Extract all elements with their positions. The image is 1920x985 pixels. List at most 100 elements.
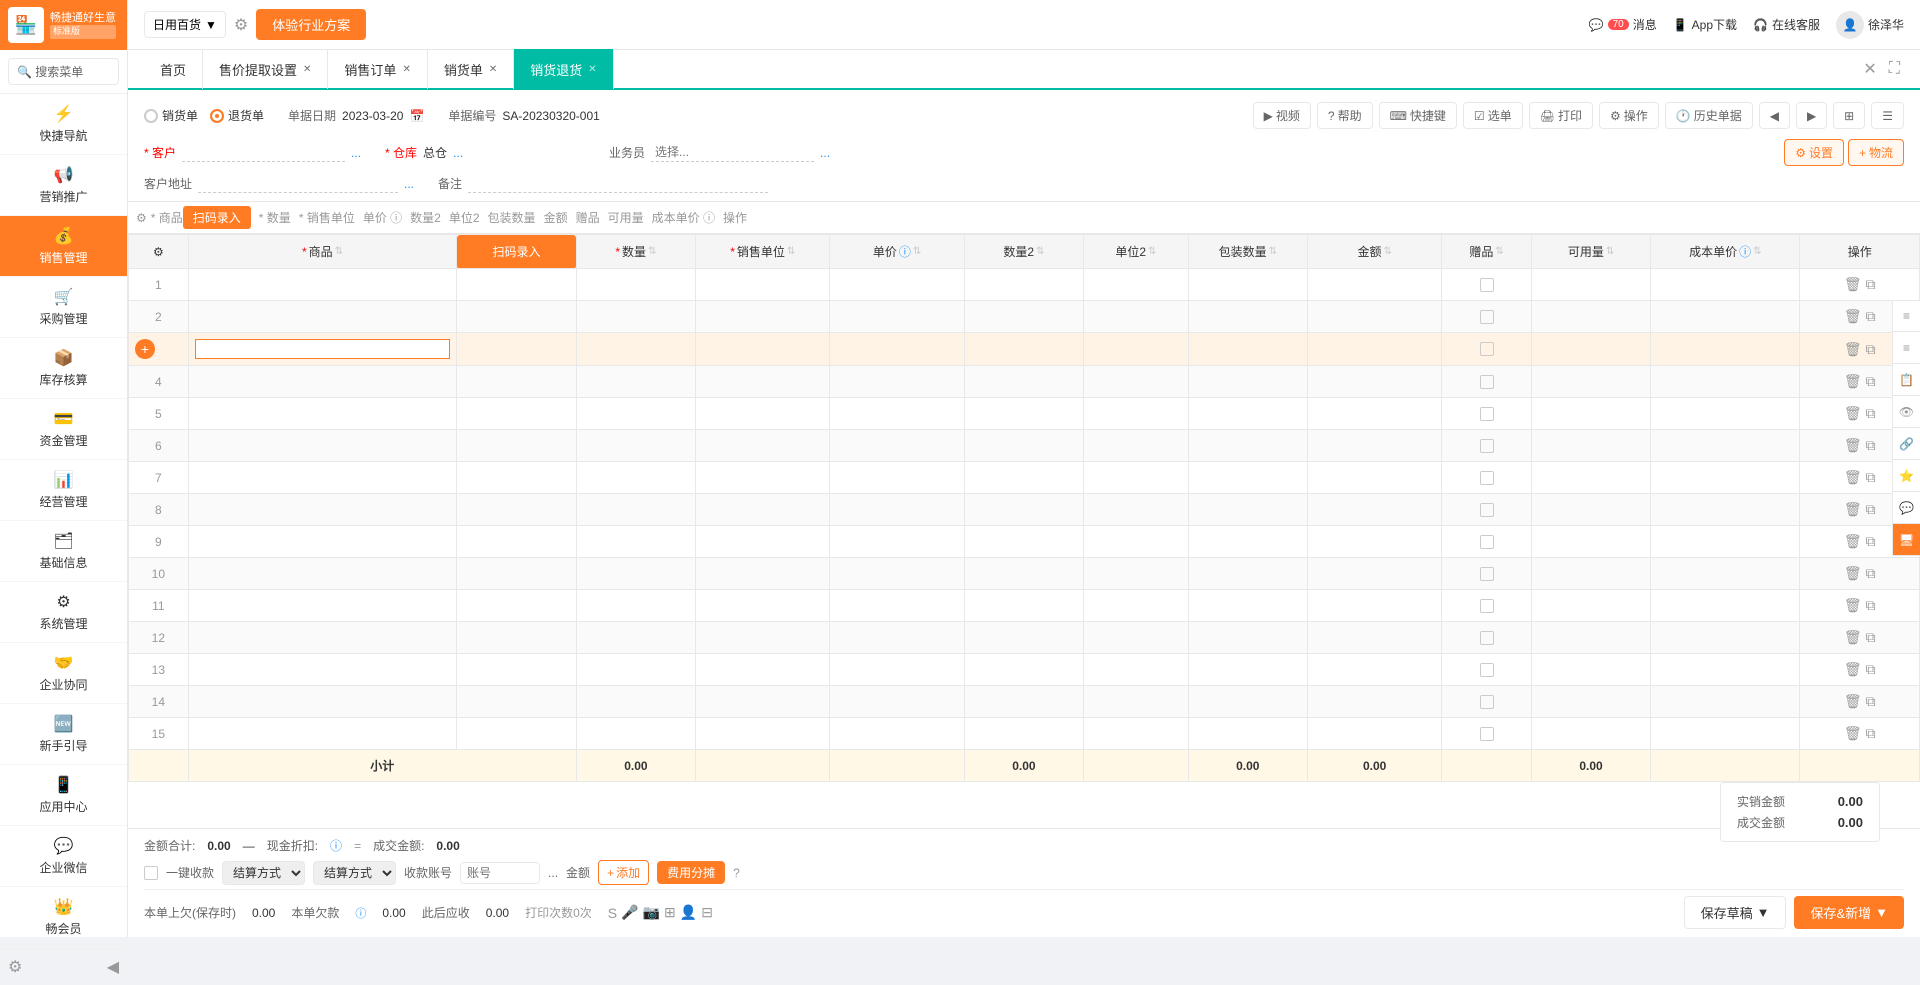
sort-icon[interactable]: ⇅	[1606, 246, 1614, 257]
copy-row-button[interactable]: ⧉	[1866, 501, 1876, 518]
sidebar-item-wechat[interactable]: 💬 企业微信	[0, 826, 127, 887]
tab-price-extract[interactable]: 售价提取设置 ✕	[203, 49, 328, 89]
sidebar-item-shortcut[interactable]: ⚡ 快捷导航	[0, 94, 127, 155]
close-icon[interactable]: ✕	[588, 64, 596, 75]
copy-row-button[interactable]: ⧉	[1866, 437, 1876, 454]
sort-icon[interactable]: ⇅	[1495, 246, 1503, 257]
delete-row-button[interactable]: 🗑	[1844, 629, 1862, 646]
list-view-button[interactable]: ☰	[1871, 102, 1904, 129]
sort-icon[interactable]: ⇅	[913, 246, 921, 257]
gift-checkbox[interactable]	[1480, 631, 1494, 645]
delete-row-button[interactable]: 🗑	[1844, 469, 1862, 486]
address-lookup-button[interactable]: ...	[404, 177, 414, 191]
sort-icon[interactable]: ⇅	[1036, 246, 1044, 257]
sidebar-item-finance[interactable]: 💳 资金管理	[0, 399, 127, 460]
right-panel-btn-2[interactable]: ≡	[1892, 332, 1920, 364]
account-input[interactable]	[460, 862, 540, 884]
gift-checkbox[interactable]	[1480, 342, 1494, 356]
right-panel-btn-6[interactable]: ⭐	[1892, 460, 1920, 492]
gift-checkbox[interactable]	[1480, 439, 1494, 453]
debt-info-icon[interactable]: ⓘ	[355, 905, 366, 921]
address-input[interactable]	[198, 174, 398, 193]
delete-row-button[interactable]: 🗑	[1844, 501, 1862, 518]
sidebar-item-apps[interactable]: 📱 应用中心	[0, 765, 127, 826]
right-panel-btn-3[interactable]: 📋	[1892, 364, 1920, 396]
gift-checkbox[interactable]	[1480, 503, 1494, 517]
copy-row-button[interactable]: ⧉	[1866, 276, 1876, 293]
search-menu-button[interactable]: 🔍 搜索菜单	[8, 58, 119, 85]
copy-row-button[interactable]: ⧉	[1866, 693, 1876, 710]
save-draft-button[interactable]: 保存草稿 ▼	[1684, 896, 1787, 929]
copy-row-button[interactable]: ⧉	[1866, 405, 1876, 422]
copy-row-button[interactable]: ⧉	[1866, 565, 1876, 582]
daily-category-select[interactable]: 日用百货 ▼	[144, 11, 226, 38]
sidebar-collapse-button[interactable]: ◀	[107, 957, 119, 977]
tab-sales-order[interactable]: 销售订单 ✕	[328, 49, 427, 89]
account-method-select[interactable]: 结算方式	[313, 861, 396, 885]
sidebar-item-sales[interactable]: 💰 销售管理	[0, 216, 127, 277]
gift-checkbox[interactable]	[1480, 535, 1494, 549]
sidebar-item-basic[interactable]: 🗂 基础信息	[0, 521, 127, 582]
gift-checkbox[interactable]	[1480, 599, 1494, 613]
delete-row-button[interactable]: 🗑	[1844, 597, 1862, 614]
maximize-button[interactable]: ⛶	[1885, 57, 1904, 81]
close-icon[interactable]: ✕	[489, 64, 497, 75]
message-button[interactable]: 💬 70 消息	[1589, 16, 1657, 33]
gift-checkbox[interactable]	[1480, 310, 1494, 324]
video-button[interactable]: ▶ 视频	[1253, 102, 1311, 129]
gift-checkbox[interactable]	[1480, 278, 1494, 292]
copy-row-button[interactable]: ⧉	[1866, 661, 1876, 678]
sidebar-item-guide[interactable]: 🆕 新手引导	[0, 704, 127, 765]
sort-icon[interactable]: ⇅	[1383, 246, 1391, 257]
radio-sales[interactable]: 销货单	[144, 107, 198, 124]
copy-row-button[interactable]: ⧉	[1866, 308, 1876, 325]
delete-row-button[interactable]: 🗑	[1844, 373, 1862, 390]
cam-icon-button[interactable]: 📷	[643, 904, 660, 921]
topbar-gear-icon[interactable]: ⚙	[234, 15, 248, 35]
sougou-icon-button[interactable]: S	[608, 905, 617, 921]
info-icon[interactable]: ⓘ	[899, 243, 911, 260]
copy-row-button[interactable]: ⧉	[1866, 341, 1876, 358]
sidebar-item-enterprise[interactable]: 🤝 企业协同	[0, 643, 127, 704]
delete-row-button[interactable]: 🗑	[1844, 276, 1862, 293]
sort-icon[interactable]: ⇅	[648, 246, 656, 257]
info-icon[interactable]: ⓘ	[1739, 243, 1751, 260]
fee-help-icon[interactable]: ?	[733, 866, 740, 880]
sort-icon[interactable]: ⇅	[1753, 246, 1761, 257]
voice-icon-button[interactable]: 🎤	[621, 904, 638, 921]
salesperson-input[interactable]	[651, 143, 814, 162]
person-icon-button[interactable]: 👤	[680, 904, 697, 921]
add-row-button[interactable]: +	[135, 339, 155, 359]
close-icon[interactable]: ✕	[303, 64, 311, 75]
table-icon-button[interactable]: ⊞	[664, 904, 676, 921]
table-gear-button[interactable]: ⚙	[136, 211, 147, 225]
settlement-select[interactable]: 结算方式	[222, 861, 305, 885]
delete-row-button[interactable]: 🗑	[1844, 308, 1862, 325]
gift-checkbox[interactable]	[1480, 375, 1494, 389]
delete-row-button[interactable]: 🗑	[1844, 661, 1862, 678]
sidebar-item-marketing[interactable]: 📢 营销推广	[0, 155, 127, 216]
tab-home[interactable]: 首页	[144, 49, 203, 89]
user-profile[interactable]: 👤 徐泽华	[1836, 11, 1904, 39]
salesperson-lookup-button[interactable]: ...	[820, 146, 830, 160]
delete-row-button[interactable]: 🗑	[1844, 565, 1862, 582]
right-panel-btn-4[interactable]: 👁	[1892, 396, 1920, 428]
copy-row-button[interactable]: ⧉	[1866, 533, 1876, 550]
delete-row-button[interactable]: 🗑	[1844, 405, 1862, 422]
gift-checkbox[interactable]	[1480, 567, 1494, 581]
delete-row-button[interactable]: 🗑	[1844, 437, 1862, 454]
qr-icon-button[interactable]: ⊟	[701, 904, 713, 921]
cash-discount-info-icon[interactable]: ⓘ	[330, 837, 342, 854]
sort-icon[interactable]: ⇅	[1269, 246, 1277, 257]
close-tab-button[interactable]: ✕	[1859, 57, 1880, 81]
customer-input[interactable]	[182, 143, 345, 162]
print-button[interactable]: 🖨 打印	[1529, 102, 1593, 129]
save-new-button[interactable]: 保存&新增 ▼	[1794, 896, 1904, 929]
shortcut-button[interactable]: ⌨ 快捷键	[1379, 102, 1457, 129]
right-panel-btn-1[interactable]: ≡	[1892, 300, 1920, 332]
warehouse-lookup-button[interactable]: ...	[453, 146, 463, 160]
gift-checkbox[interactable]	[1480, 663, 1494, 677]
sidebar-item-system[interactable]: ⚙ 系统管理	[0, 582, 127, 643]
copy-row-button[interactable]: ⧉	[1866, 469, 1876, 486]
right-panel-btn-7[interactable]: 💬	[1892, 492, 1920, 524]
